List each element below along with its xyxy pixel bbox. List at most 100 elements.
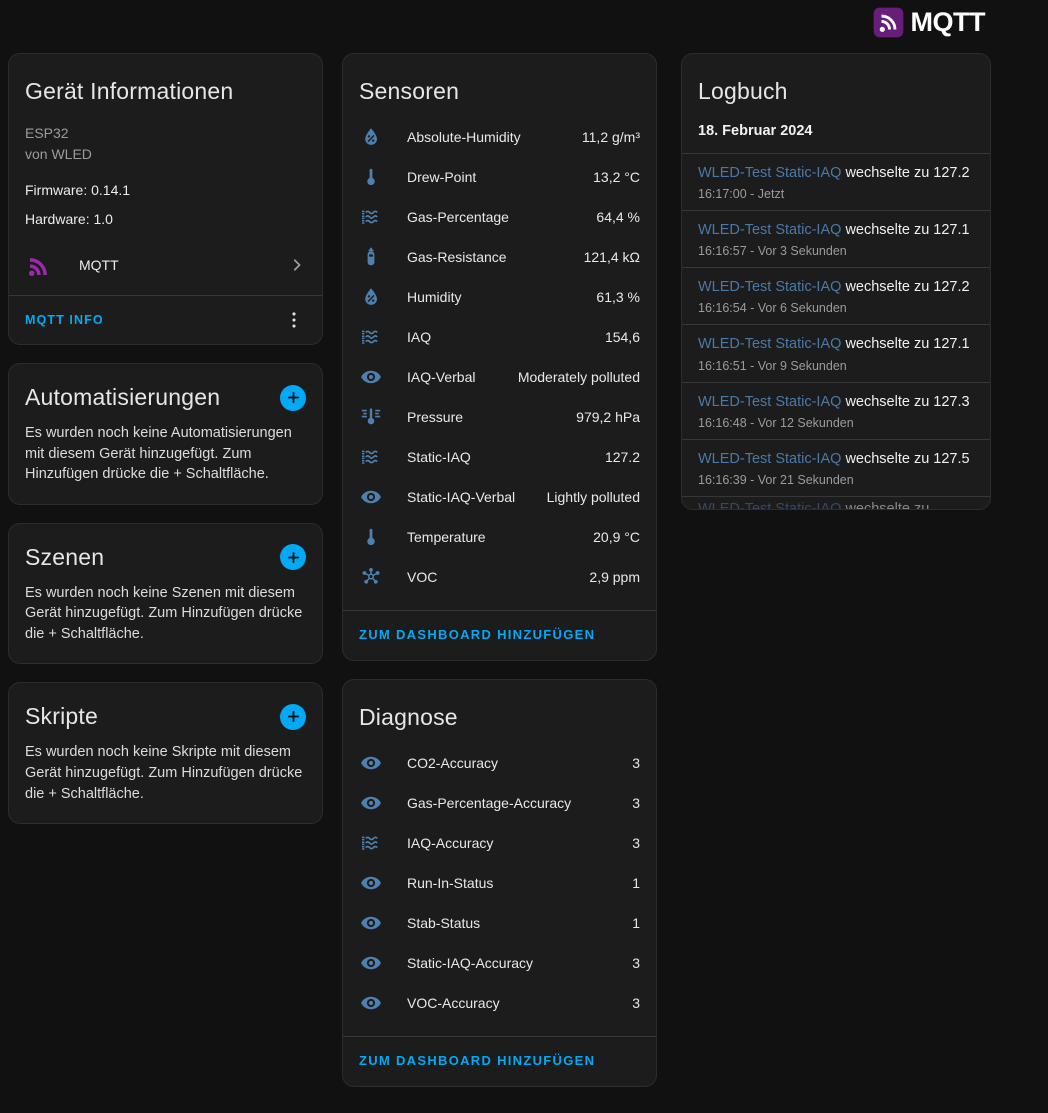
sensor-label: IAQ-Verbal	[407, 369, 476, 385]
device-hardware: Hardware: 1.0	[25, 211, 113, 227]
diagnostic-label: Gas-Percentage-Accuracy	[407, 795, 572, 811]
sensor-label: Static-IAQ	[407, 449, 471, 465]
sensor-row-gas-resistance[interactable]: Gas-Resistance 121,4 kΩ	[343, 237, 656, 277]
diagnostic-row-static-iaq-accuracy[interactable]: Static-IAQ-Accuracy 3	[343, 943, 656, 983]
sensor-row-static-iaq[interactable]: Static-IAQ 127.2	[343, 437, 656, 477]
diagnostic-value: 1	[632, 875, 640, 891]
logbook-timestamp: 16:16:57 - Vor 3 Sekunden	[698, 244, 847, 259]
eye-icon	[359, 871, 383, 895]
diagnostic-row-gas-percentage-accuracy[interactable]: Gas-Percentage-Accuracy 3	[343, 783, 656, 823]
scenes-title: Szenen	[25, 543, 105, 570]
scripts-card: Skripte Es wurden noch keine Skripte mit…	[8, 682, 323, 825]
chevron-right-icon	[286, 254, 308, 276]
diagnostic-row-stab-status[interactable]: Stab-Status 1	[343, 903, 656, 943]
diagnostic-label: VOC-Accuracy	[407, 995, 500, 1011]
scripts-title: Skripte	[25, 703, 98, 730]
sensor-value: Moderately polluted	[517, 369, 640, 385]
logbook-date-header: 18. Februar 2024	[682, 111, 990, 154]
molecule-icon	[359, 565, 383, 589]
sensor-label: Gas-Resistance	[407, 249, 507, 265]
sensor-row-drew-point[interactable]: Drew-Point 13,2 °C	[343, 157, 656, 197]
water-percent-icon	[359, 125, 383, 149]
logbook-entity-link[interactable]: WLED-Test Static-IAQ	[698, 222, 841, 238]
brand-text: MQTT	[910, 6, 986, 37]
sensor-label: Gas-Percentage	[407, 209, 509, 225]
diagnostic-row-run-in-status[interactable]: Run-In-Status 1	[343, 863, 656, 903]
add-script-button[interactable]	[280, 703, 306, 730]
sensor-value: 154,6	[604, 329, 640, 345]
content-columns: Gerät Informationen ESP32 von WLED Firmw…	[0, 53, 1048, 1087]
eye-icon	[359, 751, 383, 775]
device-manufacturer: von WLED	[25, 146, 92, 162]
mqtt-brand-logo: MQTT	[873, 6, 986, 38]
add-automation-button[interactable]	[280, 384, 306, 411]
mqtt-logo-icon	[873, 7, 903, 37]
logbook-entry: WLED-Test Static-IAQ wechselte zu 127.2 …	[682, 154, 990, 212]
diagnostics-add-to-dashboard-link[interactable]: ZUM DASHBOARD HINZUFÜGEN	[359, 1053, 595, 1068]
mqtt-integration-icon	[25, 250, 55, 280]
sensor-row-pressure[interactable]: Pressure 979,2 hPa	[343, 397, 656, 437]
scripts-empty-text: Es wurden noch keine Skripte mit diesem …	[25, 744, 303, 802]
logbook-entity-link[interactable]: WLED-Test Static-IAQ	[698, 279, 841, 295]
plus-icon	[285, 708, 302, 725]
sensor-value: 64,4 %	[596, 209, 640, 225]
left-column: Gerät Informationen ESP32 von WLED Firmw…	[8, 53, 323, 825]
device-model: ESP32	[25, 125, 69, 141]
logbook-action-text: wechselte zu 127.1	[845, 336, 970, 353]
logbook-entity-link[interactable]: WLED-Test Static-IAQ	[698, 394, 841, 410]
sensor-row-temperature[interactable]: Temperature 20,9 °C	[343, 517, 656, 557]
sensor-row-humidity[interactable]: Humidity 61,3 %	[343, 277, 656, 317]
diagnostic-value: 3	[632, 835, 640, 851]
mqtt-info-link[interactable]: MQTT INFO	[25, 313, 104, 327]
page-header: MQTT	[0, 0, 1048, 44]
gas-cylinder-icon	[359, 245, 383, 269]
sensor-row-gas-percentage[interactable]: Gas-Percentage 64,4 %	[343, 197, 656, 237]
sensor-row-absolute-humidity[interactable]: Absolute-Humidity 11,2 g/m³	[343, 117, 656, 157]
sensor-value: 61,3 %	[596, 289, 640, 305]
sensor-label: Static-IAQ-Verbal	[407, 489, 516, 505]
sensor-value: Lightly polluted	[546, 489, 640, 505]
diagnostics-title: Diagnose	[359, 704, 458, 730]
logbook-timestamp: 16:16:54 - Vor 6 Sekunden	[698, 301, 847, 316]
diagnostic-value: 3	[632, 755, 640, 771]
air-filter-icon	[359, 831, 383, 855]
logbook-entry: WLED-Test Static-IAQ wechselte zu 127.3 …	[682, 383, 990, 440]
logbook-entry: WLED-Test Static-IAQ wechselte zu 127.1 …	[682, 211, 990, 269]
diagnostic-label: IAQ-Accuracy	[407, 835, 494, 851]
sensor-row-static-iaq-verbal[interactable]: Static-IAQ-Verbal Lightly polluted	[343, 477, 656, 517]
add-scene-button[interactable]	[280, 544, 306, 571]
diagnostic-row-iaq-accuracy[interactable]: IAQ-Accuracy 3	[343, 823, 656, 863]
diagnostic-label: Stab-Status	[407, 915, 481, 931]
logbook-action-text: wechselte zu	[845, 500, 930, 509]
device-firmware: Firmware: 0.14.1	[25, 182, 131, 198]
logbook-title: Logbuch	[698, 78, 788, 104]
integration-row-mqtt[interactable]: MQTT	[9, 235, 322, 295]
logbook-timestamp: 16:16:39 - Vor 21 Sekunden	[698, 472, 854, 487]
sensor-value: 979,2 hPa	[576, 409, 640, 425]
sensor-row-voc[interactable]: VOC 2,9 ppm	[343, 557, 656, 597]
sensor-label: Drew-Point	[407, 169, 477, 185]
scenes-empty-text: Es wurden noch keine Szenen mit diesem G…	[25, 584, 303, 642]
sensor-label: VOC	[407, 569, 438, 585]
thermometer-lines-icon	[359, 405, 383, 429]
sensor-row-iaq-verbal[interactable]: IAQ-Verbal Moderately polluted	[343, 357, 656, 397]
sensor-value: 127.2	[604, 449, 640, 465]
logbook-entity-link[interactable]: WLED-Test Static-IAQ	[698, 451, 841, 467]
sensor-label: Temperature	[407, 529, 486, 545]
automations-empty-text: Es wurden noch keine Automatisierungen m…	[25, 425, 292, 483]
eye-icon	[359, 485, 383, 509]
air-filter-icon	[359, 205, 383, 229]
sensor-value: 11,2 g/m³	[581, 129, 640, 145]
sensors-add-to-dashboard-link[interactable]: ZUM DASHBOARD HINZUFÜGEN	[359, 627, 595, 642]
logbook-entity-link[interactable]: WLED-Test Static-IAQ	[698, 336, 841, 352]
logbook-timestamp: 16:17:00 - Jetzt	[698, 187, 785, 202]
device-menu-button[interactable]	[276, 302, 312, 338]
sensor-row-iaq[interactable]: IAQ 154,6	[343, 317, 656, 357]
diagnostic-label: Static-IAQ-Accuracy	[407, 955, 534, 971]
sensor-value: 121,4 kΩ	[583, 249, 640, 265]
water-percent-icon	[359, 285, 383, 309]
integration-label: MQTT	[79, 257, 119, 273]
diagnostic-row-co2-accuracy[interactable]: CO2-Accuracy 3	[343, 743, 656, 783]
diagnostic-row-voc-accuracy[interactable]: VOC-Accuracy 3	[343, 983, 656, 1023]
logbook-entity-link[interactable]: WLED-Test Static-IAQ	[698, 165, 841, 181]
